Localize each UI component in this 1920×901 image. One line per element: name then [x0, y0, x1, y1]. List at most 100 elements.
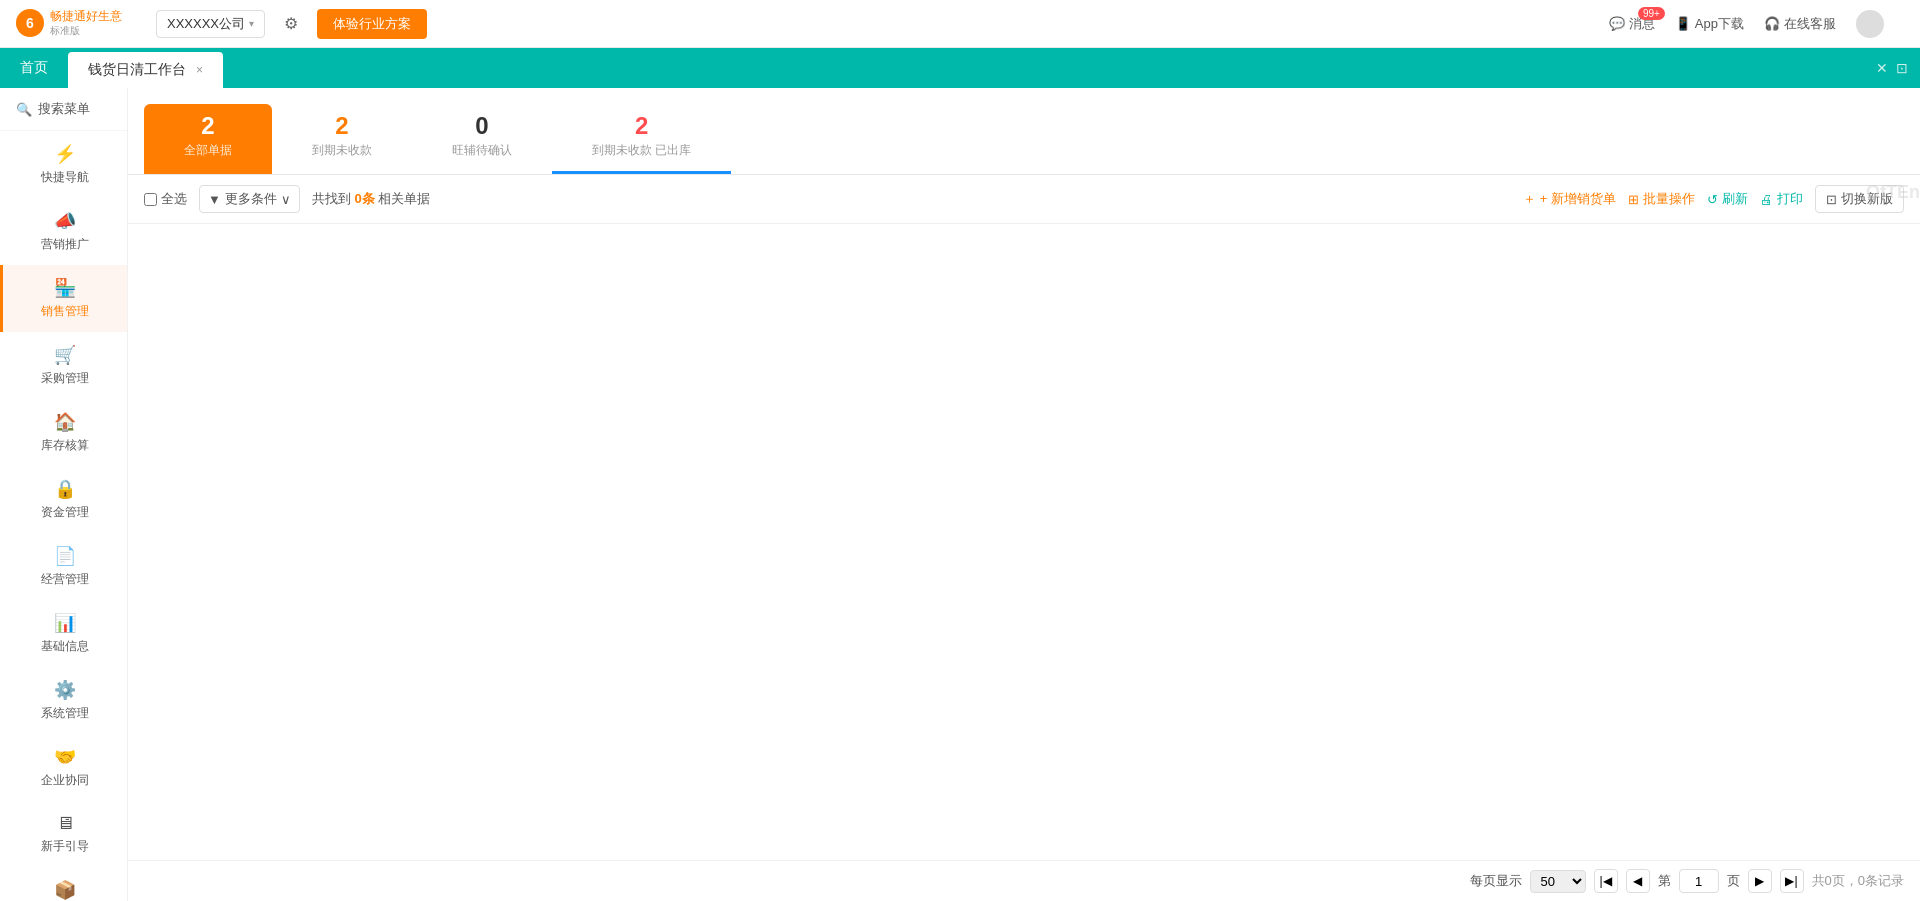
last-page-btn[interactable]: ▶| [1780, 869, 1804, 893]
switch-icon: ⊡ [1826, 192, 1837, 207]
close-icon[interactable]: × [196, 63, 203, 77]
maximize-icon[interactable]: ⊡ [1896, 60, 1908, 76]
app-download-btn[interactable]: 📱 App下载 [1675, 15, 1744, 33]
download-icon: 📱 [1675, 16, 1691, 31]
batch-btn[interactable]: ⊞ 批量操作 [1628, 190, 1695, 208]
stat-num-overdue-out: 2 [635, 112, 648, 140]
first-page-btn[interactable]: |◀ [1594, 869, 1618, 893]
tab-bar: 首页 钱货日清工作台 × ✕ ⊡ [0, 48, 1920, 88]
logo-line2: 标准版 [50, 24, 122, 38]
print-icon: 🖨 [1760, 192, 1773, 207]
tab-active[interactable]: 钱货日清工作台 × [68, 52, 223, 88]
sidebar-item-marketing[interactable]: 📣 营销推广 [0, 198, 127, 265]
enterprise-icon: 🤝 [54, 746, 76, 768]
sidebar-item-label: 企业协同 [41, 772, 89, 789]
logo-text-block: 畅捷通好生意 标准版 [50, 9, 122, 37]
filter-icon: ▼ [208, 192, 221, 207]
add-btn[interactable]: ＋ + 新增销货单 [1523, 190, 1616, 208]
add-icon: ＋ [1523, 190, 1536, 208]
add-label: + 新增销货单 [1540, 190, 1616, 208]
sidebar-item-label: 资金管理 [41, 504, 89, 521]
operations-icon: 📄 [54, 545, 76, 567]
prev-page-btn[interactable]: ◀ [1626, 869, 1650, 893]
tab-home[interactable]: 首页 [0, 48, 68, 88]
sidebar-item-operations[interactable]: 📄 经营管理 [0, 533, 127, 600]
sidebar: 🔍 搜索菜单 ⚡ 快捷导航 📣 营销推广 🏪 销售管理 🛒 采购管理 🏠 库存核… [0, 88, 128, 901]
top-bar-left: 6 畅捷通好生意 标准版 XXXXXX公司 ▾ ⚙ 体验行业方案 [16, 9, 427, 39]
sidebar-item-quick-nav[interactable]: ⚡ 快捷导航 [0, 131, 127, 198]
page-input[interactable] [1679, 869, 1719, 893]
stat-tab-pending[interactable]: 0 旺辅待确认 [412, 104, 552, 174]
search-menu-label: 搜索菜单 [38, 100, 90, 118]
purchase-icon: 🛒 [54, 344, 76, 366]
sidebar-item-guide[interactable]: 🖥 新手引导 [0, 801, 127, 867]
quick-nav-icon: ⚡ [54, 143, 76, 165]
sidebar-item-sales[interactable]: 🏪 销售管理 [0, 265, 127, 332]
sidebar-item-app-center[interactable]: 📦 应用中心 [0, 867, 127, 901]
messages-btn[interactable]: 💬 消息 99+ [1609, 15, 1655, 33]
print-btn[interactable]: 🖨 打印 [1760, 190, 1803, 208]
batch-label: 批量操作 [1643, 190, 1695, 208]
stat-label-overdue-out: 到期未收款 已出库 [592, 142, 691, 159]
sidebar-item-label: 快捷导航 [41, 169, 89, 186]
search-menu-item[interactable]: 🔍 搜索菜单 [0, 88, 127, 131]
stat-label-pending: 旺辅待确认 [452, 142, 512, 159]
sidebar-item-purchase[interactable]: 🛒 采购管理 [0, 332, 127, 399]
sidebar-item-enterprise[interactable]: 🤝 企业协同 [0, 734, 127, 801]
sidebar-item-finance[interactable]: 🔒 资金管理 [0, 466, 127, 533]
minimize-icon[interactable]: ✕ [1876, 60, 1888, 76]
sidebar-item-label: 营销推广 [41, 236, 89, 253]
online-service-btn[interactable]: 🎧 在线客服 [1764, 15, 1836, 33]
online-service-label: 在线客服 [1784, 15, 1836, 33]
table-area [128, 224, 1920, 860]
select-all-input[interactable] [144, 193, 157, 206]
sidebar-item-label: 库存核算 [41, 437, 89, 454]
avatar[interactable] [1856, 10, 1884, 38]
pagination-bar: 每页显示 50 100 200 |◀ ◀ 第 页 ▶ ▶| 共0页，0条记录 [128, 860, 1920, 901]
switch-version-btn[interactable]: ⊡ 切换新版 [1815, 185, 1904, 213]
stat-num-pending: 0 [475, 112, 488, 140]
message-icon: 💬 [1609, 16, 1625, 31]
stat-tab-overdue-out[interactable]: 2 到期未收款 已出库 [552, 104, 731, 174]
refresh-btn[interactable]: ↺ 刷新 [1707, 190, 1748, 208]
chevron-down-icon: ▾ [249, 18, 254, 29]
next-page-btn[interactable]: ▶ [1748, 869, 1772, 893]
stat-tab-all[interactable]: 2 全部单据 [144, 104, 272, 174]
guide-icon: 🖥 [56, 813, 74, 834]
stat-num-overdue: 2 [335, 112, 348, 140]
total-info: 共0页，0条记录 [1812, 872, 1904, 890]
found-suffix: 相关单据 [378, 191, 430, 206]
select-all-checkbox[interactable]: 全选 [144, 190, 187, 208]
service-icon: 🎧 [1764, 16, 1780, 31]
refresh-icon: ↺ [1707, 192, 1718, 207]
sidebar-item-label: 经营管理 [41, 571, 89, 588]
stat-label-overdue: 到期未收款 [312, 142, 372, 159]
marketing-icon: 📣 [54, 210, 76, 232]
empty-state [128, 224, 1920, 860]
top-bar: 6 畅捷通好生意 标准版 XXXXXX公司 ▾ ⚙ 体验行业方案 💬 消息 99… [0, 0, 1920, 48]
page-label: 第 [1658, 872, 1671, 890]
system-icon: ⚙️ [54, 679, 76, 701]
found-text: 共找到 0条 相关单据 [312, 190, 430, 208]
sidebar-item-label: 采购管理 [41, 370, 89, 387]
stat-tab-overdue[interactable]: 2 到期未收款 [272, 104, 412, 174]
batch-icon: ⊞ [1628, 192, 1639, 207]
found-count: 0条 [355, 191, 375, 206]
per-page-select[interactable]: 50 100 200 [1530, 870, 1586, 893]
logo-line1: 畅捷通好生意 [50, 9, 122, 23]
sidebar-item-basic-info[interactable]: 📊 基础信息 [0, 600, 127, 667]
logo-area: 6 畅捷通好生意 标准版 [16, 9, 144, 37]
sidebar-item-label: 基础信息 [41, 638, 89, 655]
sidebar-item-inventory[interactable]: 🏠 库存核算 [0, 399, 127, 466]
switch-label: 切换新版 [1841, 190, 1893, 208]
logo-icon: 6 [16, 9, 44, 37]
app-download-label: App下载 [1695, 15, 1744, 33]
found-prefix: 共找到 [312, 191, 351, 206]
sidebar-item-system[interactable]: ⚙️ 系统管理 [0, 667, 127, 734]
try-btn[interactable]: 体验行业方案 [317, 9, 427, 39]
company-selector[interactable]: XXXXXX公司 ▾ [156, 10, 265, 38]
sales-icon: 🏪 [54, 277, 76, 299]
filter-btn[interactable]: ▼ 更多条件 ∨ [199, 185, 300, 213]
main-layout: 🔍 搜索菜单 ⚡ 快捷导航 📣 营销推广 🏪 销售管理 🛒 采购管理 🏠 库存核… [0, 88, 1920, 901]
settings-icon[interactable]: ⚙ [277, 10, 305, 38]
